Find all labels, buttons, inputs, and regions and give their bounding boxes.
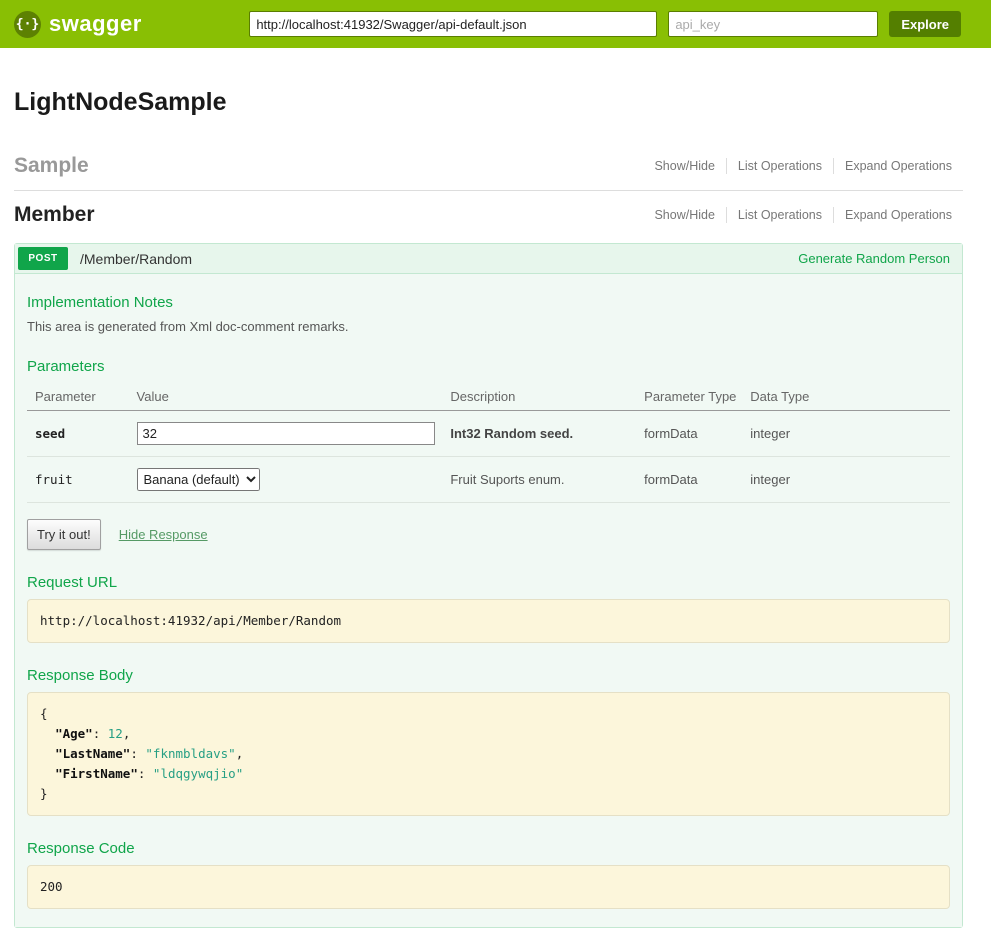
response-body-code: { "Age": 12, "LastName": "fknmbldavs", "…	[27, 692, 950, 816]
param-description: Fruit Suports enum.	[442, 456, 637, 503]
resource-links-member: Show/Hide List Operations Expand Operati…	[643, 207, 963, 223]
hide-response-link[interactable]: Hide Response	[119, 527, 208, 542]
col-header-parameter: Parameter	[27, 383, 129, 411]
response-code-title: Response Code	[27, 840, 135, 857]
post-method-badge[interactable]: POST	[18, 247, 68, 270]
param-data-type: integer	[742, 410, 950, 457]
operation-path-link[interactable]: /Member/Random	[80, 251, 192, 267]
top-bar: {·} swagger Explore	[0, 0, 991, 48]
param-type: formData	[636, 456, 743, 503]
request-url-code: http://localhost:41932/api/Member/Random	[27, 599, 950, 643]
operation-heading[interactable]: POST /Member/Random Generate Random Pers…	[15, 244, 962, 273]
sandbox-footer: Try it out! Hide Response	[27, 519, 950, 550]
list-operations-link[interactable]: List Operations	[738, 159, 822, 173]
try-it-out-button[interactable]: Try it out!	[27, 519, 101, 550]
param-description: Int32 Random seed.	[442, 410, 637, 457]
col-header-parameter-type: Parameter Type	[636, 383, 743, 411]
api-explorer-form: Explore	[249, 11, 961, 37]
resource-title-sample[interactable]: Sample	[14, 154, 89, 178]
parameters-table: Parameter Value Description Parameter Ty…	[27, 383, 950, 503]
col-header-value: Value	[128, 383, 443, 411]
param-name: fruit	[27, 456, 129, 503]
braces-icon: {·}	[14, 10, 41, 38]
param-type: formData	[636, 410, 743, 457]
col-header-data-type: Data Type	[742, 383, 950, 411]
link-item: Expand Operations	[832, 207, 963, 223]
page-title: LightNodeSample	[14, 88, 227, 116]
resource-links-sample: Show/Hide List Operations Expand Operati…	[643, 158, 963, 174]
link-item: Show/Hide	[643, 207, 725, 223]
expand-operations-link[interactable]: Expand Operations	[845, 159, 952, 173]
implementation-notes-text: This area is generated from Xml doc-comm…	[27, 319, 349, 334]
request-url-title: Request URL	[27, 574, 118, 591]
swagger-logo[interactable]: {·} swagger	[14, 10, 142, 38]
parameters-title: Parameters	[27, 358, 105, 375]
parameters-header-row: Parameter Value Description Parameter Ty…	[27, 383, 950, 411]
api-key-input[interactable]	[668, 11, 879, 37]
fruit-value-select[interactable]: Banana (default)	[136, 468, 260, 491]
link-item: List Operations	[725, 207, 833, 223]
resource-title-member[interactable]: Member	[14, 203, 95, 227]
link-item: List Operations	[725, 158, 833, 174]
param-data-type: integer	[742, 456, 950, 503]
resource-row-sample: Sample Show/Hide List Operations Expand …	[14, 145, 963, 185]
list-operations-link[interactable]: List Operations	[738, 208, 822, 222]
explore-button[interactable]: Explore	[889, 11, 961, 37]
link-item: Show/Hide	[643, 158, 725, 174]
response-body-title: Response Body	[27, 667, 133, 684]
section-divider	[14, 190, 963, 191]
seed-value-input[interactable]	[136, 422, 435, 445]
operation-content: Implementation Notes This area is genera…	[15, 273, 962, 927]
show-hide-link[interactable]: Show/Hide	[654, 208, 714, 222]
logo-text: swagger	[49, 11, 142, 36]
implementation-notes-title: Implementation Notes	[27, 294, 173, 311]
resource-row-member: Member Show/Hide List Operations Expand …	[14, 194, 963, 234]
api-url-input[interactable]	[249, 11, 658, 37]
param-row-seed: seed Int32 Random seed. formData integer	[27, 410, 950, 457]
link-item: Expand Operations	[832, 158, 963, 174]
operation-summary-link[interactable]: Generate Random Person	[798, 251, 950, 266]
expand-operations-link[interactable]: Expand Operations	[845, 208, 952, 222]
operation-member-random: POST /Member/Random Generate Random Pers…	[14, 243, 963, 928]
show-hide-link[interactable]: Show/Hide	[654, 159, 714, 173]
response-code-value: 200	[27, 865, 950, 909]
main-content: LightNodeSample Sample Show/Hide List Op…	[0, 88, 991, 938]
param-name: seed	[27, 410, 129, 457]
param-row-fruit: fruit Banana (default) Fruit Suports enu…	[27, 456, 950, 503]
col-header-description: Description	[442, 383, 637, 411]
